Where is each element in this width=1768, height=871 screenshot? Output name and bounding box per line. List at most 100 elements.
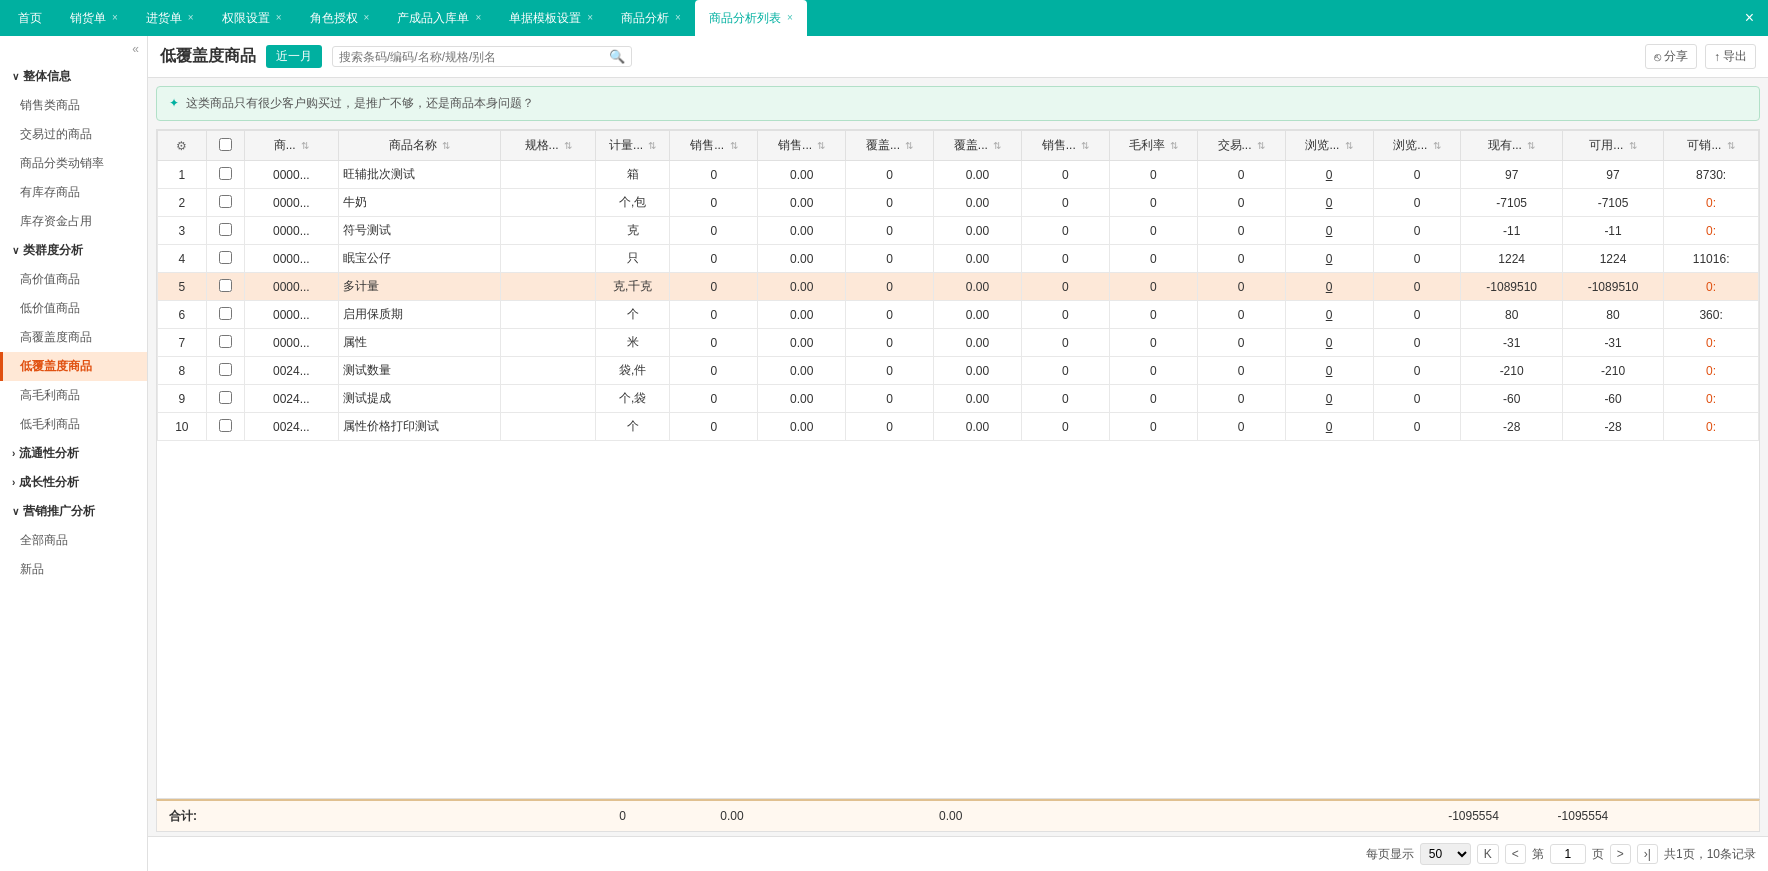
- tab-purchase-order[interactable]: 进货单 ×: [132, 0, 208, 36]
- prev-page-button[interactable]: <: [1505, 844, 1526, 864]
- close-icon[interactable]: ×: [675, 0, 681, 36]
- sidebar-group-cluster-header[interactable]: ∨ 类群度分析: [0, 236, 147, 265]
- row-browse1[interactable]: 0: [1285, 245, 1373, 273]
- next-page-button[interactable]: >: [1610, 844, 1631, 864]
- row-browse1[interactable]: 0: [1285, 385, 1373, 413]
- close-icon[interactable]: ×: [188, 0, 194, 36]
- th-name[interactable]: 商品名称 ⇅: [339, 131, 501, 161]
- row-saleable: 0:: [1664, 357, 1759, 385]
- row-checkbox[interactable]: [206, 245, 244, 273]
- th-spec[interactable]: 规格... ⇅: [501, 131, 596, 161]
- row-sales3: 0: [1021, 413, 1109, 441]
- row-checkbox[interactable]: [206, 329, 244, 357]
- sidebar-item-low-margin[interactable]: 低毛利商品: [0, 410, 147, 439]
- th-sales3[interactable]: 销售... ⇅: [1021, 131, 1109, 161]
- tab-template[interactable]: 单据模板设置 ×: [495, 0, 607, 36]
- th-saleable[interactable]: 可销... ⇅: [1664, 131, 1759, 161]
- page-title: 低覆盖度商品: [160, 46, 256, 67]
- row-checkbox[interactable]: [206, 301, 244, 329]
- th-available[interactable]: 可用... ⇅: [1562, 131, 1663, 161]
- tab-home[interactable]: 首页: [4, 0, 56, 36]
- th-settings[interactable]: ⚙: [158, 131, 207, 161]
- row-browse1[interactable]: 0: [1285, 301, 1373, 329]
- tab-sales-order[interactable]: 销货单 ×: [56, 0, 132, 36]
- row-browse1[interactable]: 0: [1285, 413, 1373, 441]
- close-icon[interactable]: ×: [787, 0, 793, 36]
- row-code: 0024...: [244, 385, 339, 413]
- close-all-button[interactable]: ×: [1735, 9, 1764, 27]
- search-icon: 🔍: [609, 49, 625, 64]
- sidebar-group-circulation-header[interactable]: › 流通性分析: [0, 439, 147, 468]
- close-icon[interactable]: ×: [475, 0, 481, 36]
- th-sales2[interactable]: 销售... ⇅: [758, 131, 846, 161]
- tab-product-analysis[interactable]: 商品分析 ×: [607, 0, 695, 36]
- sidebar-item-capital-occupy[interactable]: 库存资金占用: [0, 207, 147, 236]
- page-input[interactable]: [1550, 844, 1586, 864]
- row-current: 97: [1461, 161, 1562, 189]
- row-checkbox[interactable]: [206, 357, 244, 385]
- row-browse1[interactable]: 0: [1285, 161, 1373, 189]
- sidebar-item-all-goods[interactable]: 全部商品: [0, 526, 147, 555]
- close-icon[interactable]: ×: [364, 0, 370, 36]
- search-input[interactable]: [339, 50, 609, 64]
- row-checkbox[interactable]: [206, 413, 244, 441]
- close-icon[interactable]: ×: [587, 0, 593, 36]
- tab-role[interactable]: 角色授权 ×: [296, 0, 384, 36]
- row-checkbox[interactable]: [206, 161, 244, 189]
- sidebar-item-traded-goods[interactable]: 交易过的商品: [0, 120, 147, 149]
- sidebar-item-low-value[interactable]: 低价值商品: [0, 294, 147, 323]
- row-checkbox[interactable]: [206, 273, 244, 301]
- sidebar-collapse-button[interactable]: «: [0, 36, 147, 62]
- data-table: ⚙ 商... ⇅ 商品名称 ⇅: [157, 130, 1759, 441]
- row-checkbox[interactable]: [206, 385, 244, 413]
- row-sales2: 0.00: [758, 217, 846, 245]
- table-row: 100024...属性价格打印测试个00.0000.0000000-28-280…: [158, 413, 1759, 441]
- th-unit[interactable]: 计量... ⇅: [596, 131, 670, 161]
- row-browse1[interactable]: 0: [1285, 217, 1373, 245]
- sidebar-group-overall-header[interactable]: ∨ 整体信息: [0, 62, 147, 91]
- row-browse1[interactable]: 0: [1285, 273, 1373, 301]
- row-browse1[interactable]: 0: [1285, 189, 1373, 217]
- footer-spacer2: [1005, 807, 1419, 825]
- th-checkbox[interactable]: [206, 131, 244, 161]
- th-sales1[interactable]: 销售... ⇅: [670, 131, 758, 161]
- select-all-checkbox[interactable]: [219, 138, 232, 151]
- sidebar-item-high-margin[interactable]: 高毛利商品: [0, 381, 147, 410]
- time-filter-button[interactable]: 近一月: [266, 45, 322, 68]
- tab-product-analysis-list[interactable]: 商品分析列表 ×: [695, 0, 807, 36]
- export-button[interactable]: ↑ 导出: [1705, 44, 1756, 69]
- th-code[interactable]: 商... ⇅: [244, 131, 339, 161]
- th-cover2[interactable]: 覆盖... ⇅: [934, 131, 1022, 161]
- close-icon[interactable]: ×: [276, 0, 282, 36]
- th-cover1[interactable]: 覆盖... ⇅: [846, 131, 934, 161]
- per-page-select[interactable]: 50 100 200: [1420, 843, 1471, 865]
- tab-permission[interactable]: 权限设置 ×: [208, 0, 296, 36]
- th-trade[interactable]: 交易... ⇅: [1197, 131, 1285, 161]
- share-button[interactable]: ⎋ 分享: [1645, 44, 1697, 69]
- row-gross-rate: 0: [1109, 217, 1197, 245]
- sidebar-group-marketing-header[interactable]: ∨ 营销推广分析: [0, 497, 147, 526]
- sidebar-item-high-value[interactable]: 高价值商品: [0, 265, 147, 294]
- first-page-button[interactable]: K: [1477, 844, 1499, 864]
- row-browse1[interactable]: 0: [1285, 329, 1373, 357]
- th-current[interactable]: 现有... ⇅: [1461, 131, 1562, 161]
- header-actions: ⎋ 分享 ↑ 导出: [1645, 44, 1756, 69]
- sidebar-item-new-goods[interactable]: 新品: [0, 555, 147, 584]
- sort-icon: ⇅: [905, 140, 913, 151]
- sidebar-item-sales-goods[interactable]: 销售类商品: [0, 91, 147, 120]
- th-browse2[interactable]: 浏览... ⇅: [1373, 131, 1461, 161]
- sidebar-item-low-coverage[interactable]: 低覆盖度商品: [0, 352, 147, 381]
- settings-icon[interactable]: ⚙: [176, 139, 187, 153]
- last-page-button[interactable]: ›|: [1637, 844, 1658, 864]
- close-icon[interactable]: ×: [112, 0, 118, 36]
- row-checkbox[interactable]: [206, 217, 244, 245]
- th-gross-rate[interactable]: 毛利率 ⇅: [1109, 131, 1197, 161]
- sidebar-group-growth-header[interactable]: › 成长性分析: [0, 468, 147, 497]
- th-browse1[interactable]: 浏览... ⇅: [1285, 131, 1373, 161]
- sidebar-item-category-rate[interactable]: 商品分类动销率: [0, 149, 147, 178]
- tab-product-in[interactable]: 产成品入库单 ×: [383, 0, 495, 36]
- sidebar-item-high-coverage[interactable]: 高覆盖度商品: [0, 323, 147, 352]
- sidebar-item-stock-goods[interactable]: 有库存商品: [0, 178, 147, 207]
- row-checkbox[interactable]: [206, 189, 244, 217]
- row-browse1[interactable]: 0: [1285, 357, 1373, 385]
